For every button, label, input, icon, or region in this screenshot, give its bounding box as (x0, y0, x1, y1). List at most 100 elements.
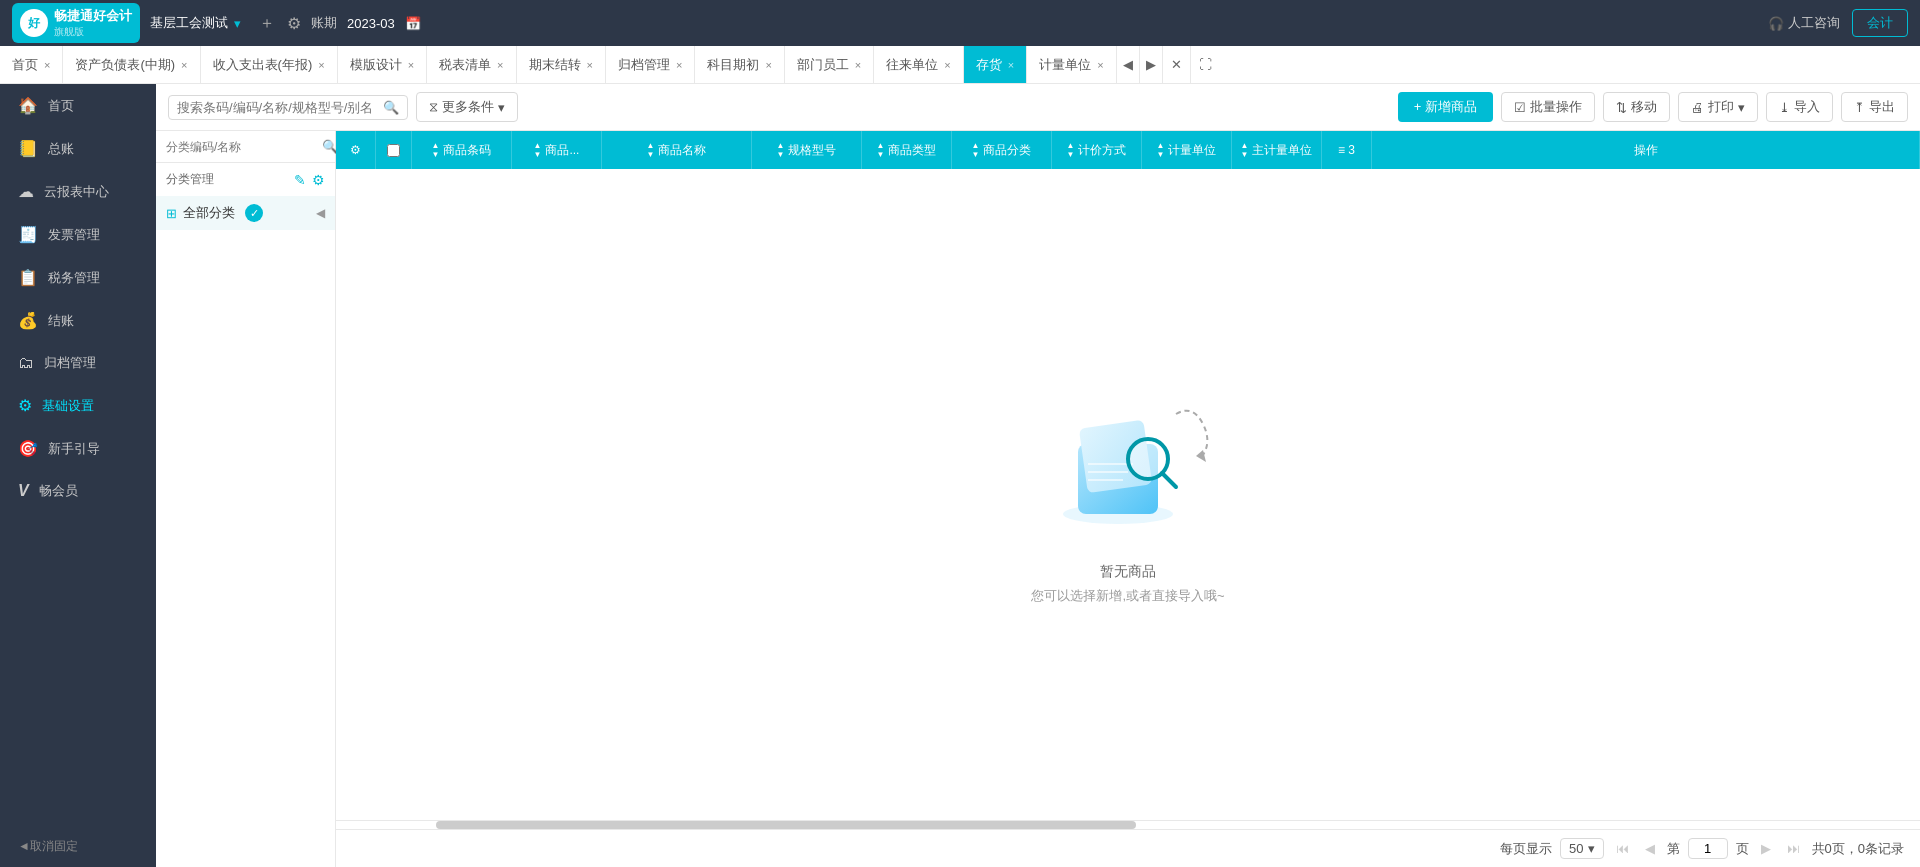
prev-page-button[interactable]: ◀ (1641, 841, 1659, 856)
tab-template-design[interactable]: 模版设计 × (338, 46, 427, 84)
th-col3[interactable]: ≡ 3 (1322, 131, 1372, 169)
tab-archive[interactable]: 归档管理 × (606, 46, 695, 84)
tab-template-design-close[interactable]: × (408, 59, 414, 71)
batch-operation-button[interactable]: ☑ 批量操作 (1501, 92, 1595, 122)
print-button[interactable]: 🖨 打印 ▾ (1678, 92, 1758, 122)
th-spec-label: 规格型号 (788, 142, 836, 159)
th-type[interactable]: ▲▼ 商品类型 (862, 131, 952, 169)
tab-prev-button[interactable]: ◀ (1117, 46, 1140, 84)
type-sort-arrows: ▲▼ (877, 142, 885, 159)
headset-icon: 🎧 (1768, 16, 1784, 31)
th-main-unit[interactable]: ▲▼ 主计量单位 (1232, 131, 1322, 169)
tab-income-statement[interactable]: 收入支出表(年报) × (201, 46, 338, 84)
sidebar-unpin-button[interactable]: ◄取消固定 (0, 826, 156, 867)
main-search-input[interactable] (177, 100, 377, 115)
sidebar-item-report[interactable]: ☁ 云报表中心 (0, 170, 156, 213)
category-all-item[interactable]: ⊞ 全部分类 ✓ ◀ (156, 196, 335, 230)
tab-inventory-label: 存货 (976, 56, 1002, 74)
sidebar-item-home[interactable]: 🏠 首页 (0, 84, 156, 127)
tab-archive-close[interactable]: × (676, 59, 682, 71)
tab-close-all-button[interactable]: ✕ (1163, 46, 1191, 84)
first-page-button[interactable]: ⏮ (1612, 841, 1633, 856)
category-panel: 🔍 分类管理 ✎ ⚙ ⊞ 全部分类 ✓ ◀ (156, 131, 336, 867)
company-selector[interactable]: 基层工会测试 ▾ (150, 14, 241, 32)
tab-expand-button[interactable]: ⛶ (1191, 46, 1220, 84)
th-code[interactable]: ▲▼ 商品... (512, 131, 602, 169)
th-category[interactable]: ▲▼ 商品分类 (952, 131, 1052, 169)
invoice-icon: 🧾 (18, 225, 38, 244)
tab-department[interactable]: 部门员工 × (785, 46, 874, 84)
th-checkbox[interactable] (376, 131, 412, 169)
sidebar-item-archive[interactable]: 🗂 归档管理 (0, 342, 156, 384)
select-all-checkbox[interactable] (387, 144, 400, 157)
category-all-label: 全部分类 (183, 204, 235, 222)
category-search-box[interactable]: 🔍 (156, 131, 335, 163)
panel-collapse-button[interactable]: ◀ (316, 206, 325, 220)
sidebar-item-basic-settings[interactable]: ⚙ 基础设置 (0, 384, 156, 427)
tab-subject-initial[interactable]: 科目期初 × (695, 46, 784, 84)
export-button[interactable]: ⤒ 导出 (1841, 92, 1908, 122)
svg-line-7 (1162, 473, 1176, 487)
add-product-button[interactable]: + 新增商品 (1398, 92, 1493, 122)
sidebar-item-tax[interactable]: 📋 税务管理 (0, 256, 156, 299)
tab-subject-initial-close[interactable]: × (765, 59, 771, 71)
page-number-input[interactable] (1688, 838, 1728, 859)
tab-next-button[interactable]: ▶ (1140, 46, 1163, 84)
tab-income-statement-close[interactable]: × (318, 59, 324, 71)
main-search-icon[interactable]: 🔍 (383, 100, 399, 115)
tab-inventory[interactable]: 存货 × (964, 46, 1027, 84)
th-barcode[interactable]: ▲▼ 商品条码 (412, 131, 512, 169)
scroll-thumb[interactable] (436, 821, 1136, 829)
svg-marker-8 (1196, 450, 1206, 462)
tab-home-close[interactable]: × (44, 59, 50, 71)
category-search-input[interactable] (166, 140, 316, 154)
tab-balance-sheet[interactable]: 资产负债表(中期) × (63, 46, 200, 84)
tab-tax-list[interactable]: 税表清单 × (427, 46, 516, 84)
category-header: 分类管理 ✎ ⚙ (156, 163, 335, 196)
tab-period-transfer[interactable]: 期末结转 × (517, 46, 606, 84)
sidebar-item-invoice[interactable]: 🧾 发票管理 (0, 213, 156, 256)
calendar-icon[interactable]: 📅 (405, 16, 421, 31)
tab-unit[interactable]: 计量单位 × (1027, 46, 1116, 84)
horizontal-scrollbar[interactable] (336, 820, 1920, 829)
th-ops-label: 操作 (1634, 142, 1658, 159)
import-button[interactable]: ⤓ 导入 (1766, 92, 1833, 122)
settings-icon[interactable]: ⚙ (287, 14, 301, 33)
move-button[interactable]: ⇅ 移动 (1603, 92, 1670, 122)
tab-tax-list-close[interactable]: × (497, 59, 503, 71)
sidebar-item-member[interactable]: V 畅会员 (0, 470, 156, 512)
tab-unit-close[interactable]: × (1097, 59, 1103, 71)
account-button[interactable]: 会计 (1852, 9, 1908, 37)
tab-contacts[interactable]: 往来单位 × (874, 46, 963, 84)
consult-button[interactable]: 🎧 人工咨询 (1768, 14, 1840, 32)
next-page-button[interactable]: ▶ (1757, 841, 1775, 856)
main-search-box[interactable]: 🔍 (168, 95, 408, 120)
tab-inventory-close[interactable]: × (1008, 59, 1014, 71)
sidebar-item-closing[interactable]: 💰 结账 (0, 299, 156, 342)
category-add-icon[interactable]: ✎ (294, 172, 306, 188)
per-page-select[interactable]: 50 ▾ (1560, 838, 1603, 859)
tab-period-transfer-close[interactable]: × (587, 59, 593, 71)
tab-department-close[interactable]: × (855, 59, 861, 71)
tab-balance-sheet-close[interactable]: × (181, 59, 187, 71)
sidebar-item-guide[interactable]: 🎯 新手引导 (0, 427, 156, 470)
filter-button[interactable]: ⧖ 更多条件 ▾ (416, 92, 518, 122)
category-settings-icon[interactable]: ⚙ (312, 172, 325, 188)
tab-department-label: 部门员工 (797, 56, 849, 74)
closing-icon: 💰 (18, 311, 38, 330)
th-spec[interactable]: ▲▼ 规格型号 (752, 131, 862, 169)
batch-label: 批量操作 (1530, 98, 1582, 116)
last-page-button[interactable]: ⏭ (1783, 841, 1804, 856)
th-price-method[interactable]: ▲▼ 计价方式 (1052, 131, 1142, 169)
tab-template-design-label: 模版设计 (350, 56, 402, 74)
add-icon[interactable]: ＋ (259, 13, 275, 34)
category-all-badge: ✓ (245, 204, 263, 222)
tab-contacts-close[interactable]: × (944, 59, 950, 71)
th-settings[interactable]: ⚙ (336, 131, 376, 169)
th-unit[interactable]: ▲▼ 计量单位 (1142, 131, 1232, 169)
th-name[interactable]: ▲▼ 商品名称 (602, 131, 752, 169)
logo-icon: 好 (20, 9, 48, 37)
sidebar-item-ledger[interactable]: 📒 总账 (0, 127, 156, 170)
import-icon: ⤓ (1779, 100, 1790, 115)
tab-home[interactable]: 首页 × (0, 46, 63, 84)
